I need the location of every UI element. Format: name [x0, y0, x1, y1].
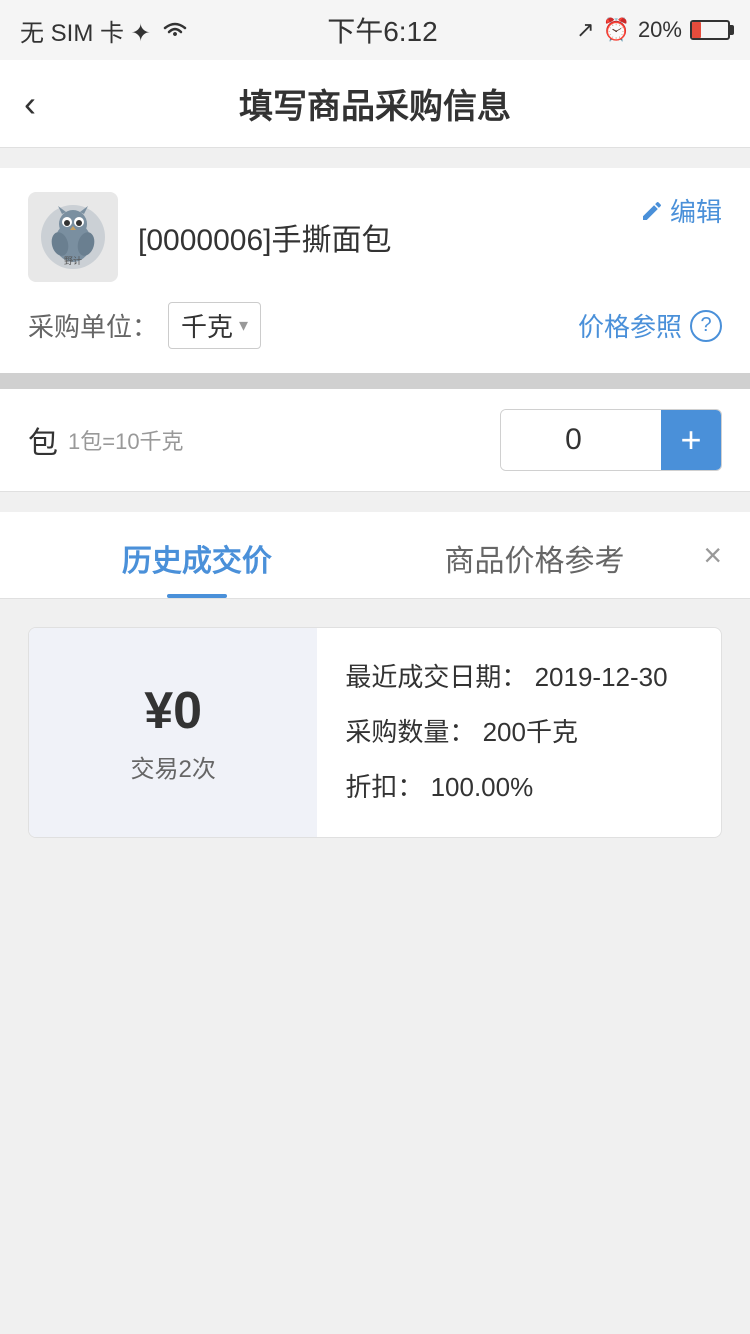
- content-area: ¥0 交易2次 最近成交日期： 2019-12-30 采购数量： 200千克 折…: [0, 627, 750, 1227]
- purchase-quantity-value: 200千克: [483, 717, 578, 747]
- recent-date-row: 最近成交日期： 2019-12-30: [345, 658, 693, 697]
- chevron-down-icon: ▾: [239, 315, 248, 336]
- price-ref-button[interactable]: 价格参照 ?: [578, 307, 722, 344]
- help-icon: ?: [690, 310, 722, 342]
- recent-date-value: 2019-12-30: [535, 662, 668, 692]
- product-image: 野计: [28, 192, 118, 282]
- owl-logo: 野计: [38, 202, 108, 272]
- info-card: ¥0 交易2次 最近成交日期： 2019-12-30 采购数量： 200千克 折…: [28, 627, 722, 838]
- quantity-input-group: +: [500, 409, 722, 471]
- section-divider: [0, 373, 750, 389]
- discount-row: 折扣： 100.00%: [345, 768, 693, 807]
- product-name: [0000006]手撕面包: [138, 215, 391, 259]
- status-bar-right: ↗ ⏰ 20%: [576, 17, 730, 43]
- discount-label: 折扣：: [345, 772, 423, 802]
- quantity-unit: 包: [28, 418, 58, 462]
- wifi-icon: [161, 20, 189, 40]
- purchase-quantity-label: 采购数量：: [345, 717, 475, 747]
- product-top-row: 野计 [0000006]手撕面包 编辑: [28, 192, 722, 282]
- status-bar-left: 无 SIM 卡 ✦: [20, 13, 189, 48]
- tab-product-price-ref[interactable]: 商品价格参考: [366, 512, 704, 598]
- nav-bar: ‹ 填写商品采购信息: [0, 60, 750, 148]
- product-card: 野计 [0000006]手撕面包 编辑 采购单位： 千克 ▾ 价格参照 ?: [0, 168, 750, 373]
- edit-icon: [640, 199, 664, 223]
- info-card-right: 最近成交日期： 2019-12-30 采购数量： 200千克 折扣： 100.0…: [317, 628, 721, 837]
- price-display: ¥0: [144, 681, 202, 741]
- unit-label: 采购单位：: [28, 307, 158, 344]
- tab-close-button[interactable]: ×: [703, 517, 722, 594]
- quantity-conversion: 1包=10千克: [68, 424, 184, 456]
- unit-row: 采购单位： 千克 ▾ 价格参照 ?: [28, 302, 722, 349]
- alarm-icon: ⏰: [603, 17, 630, 43]
- info-card-left: ¥0 交易2次: [29, 628, 317, 837]
- location-icon: ↗: [576, 17, 594, 43]
- svg-text:野计: 野计: [64, 255, 82, 266]
- page-title: 填写商品采购信息: [239, 79, 511, 128]
- sim-status: 无 SIM 卡 ✦: [20, 13, 151, 48]
- tab-bar: 历史成交价 商品价格参考 ×: [0, 512, 750, 599]
- quantity-plus-button[interactable]: +: [661, 410, 721, 470]
- product-info: 野计 [0000006]手撕面包: [28, 192, 391, 282]
- status-bar-time: 下午6:12: [327, 10, 438, 50]
- transaction-count: 交易2次: [130, 749, 215, 784]
- tab-history-price[interactable]: 历史成交价: [28, 512, 366, 598]
- battery-percent: 20%: [638, 17, 682, 43]
- battery-icon: [690, 20, 730, 40]
- quantity-input[interactable]: [501, 410, 661, 470]
- quantity-row: 包 1包=10千克 +: [0, 389, 750, 492]
- recent-date-label: 最近成交日期：: [345, 662, 527, 692]
- unit-select[interactable]: 千克 ▾: [168, 302, 261, 349]
- back-button[interactable]: ‹: [24, 83, 36, 125]
- purchase-quantity-row: 采购数量： 200千克: [345, 713, 693, 752]
- edit-button[interactable]: 编辑: [640, 192, 722, 229]
- status-bar: 无 SIM 卡 ✦ 下午6:12 ↗ ⏰ 20%: [0, 0, 750, 60]
- discount-value: 100.00%: [431, 772, 534, 802]
- quantity-label: 包 1包=10千克: [28, 418, 184, 462]
